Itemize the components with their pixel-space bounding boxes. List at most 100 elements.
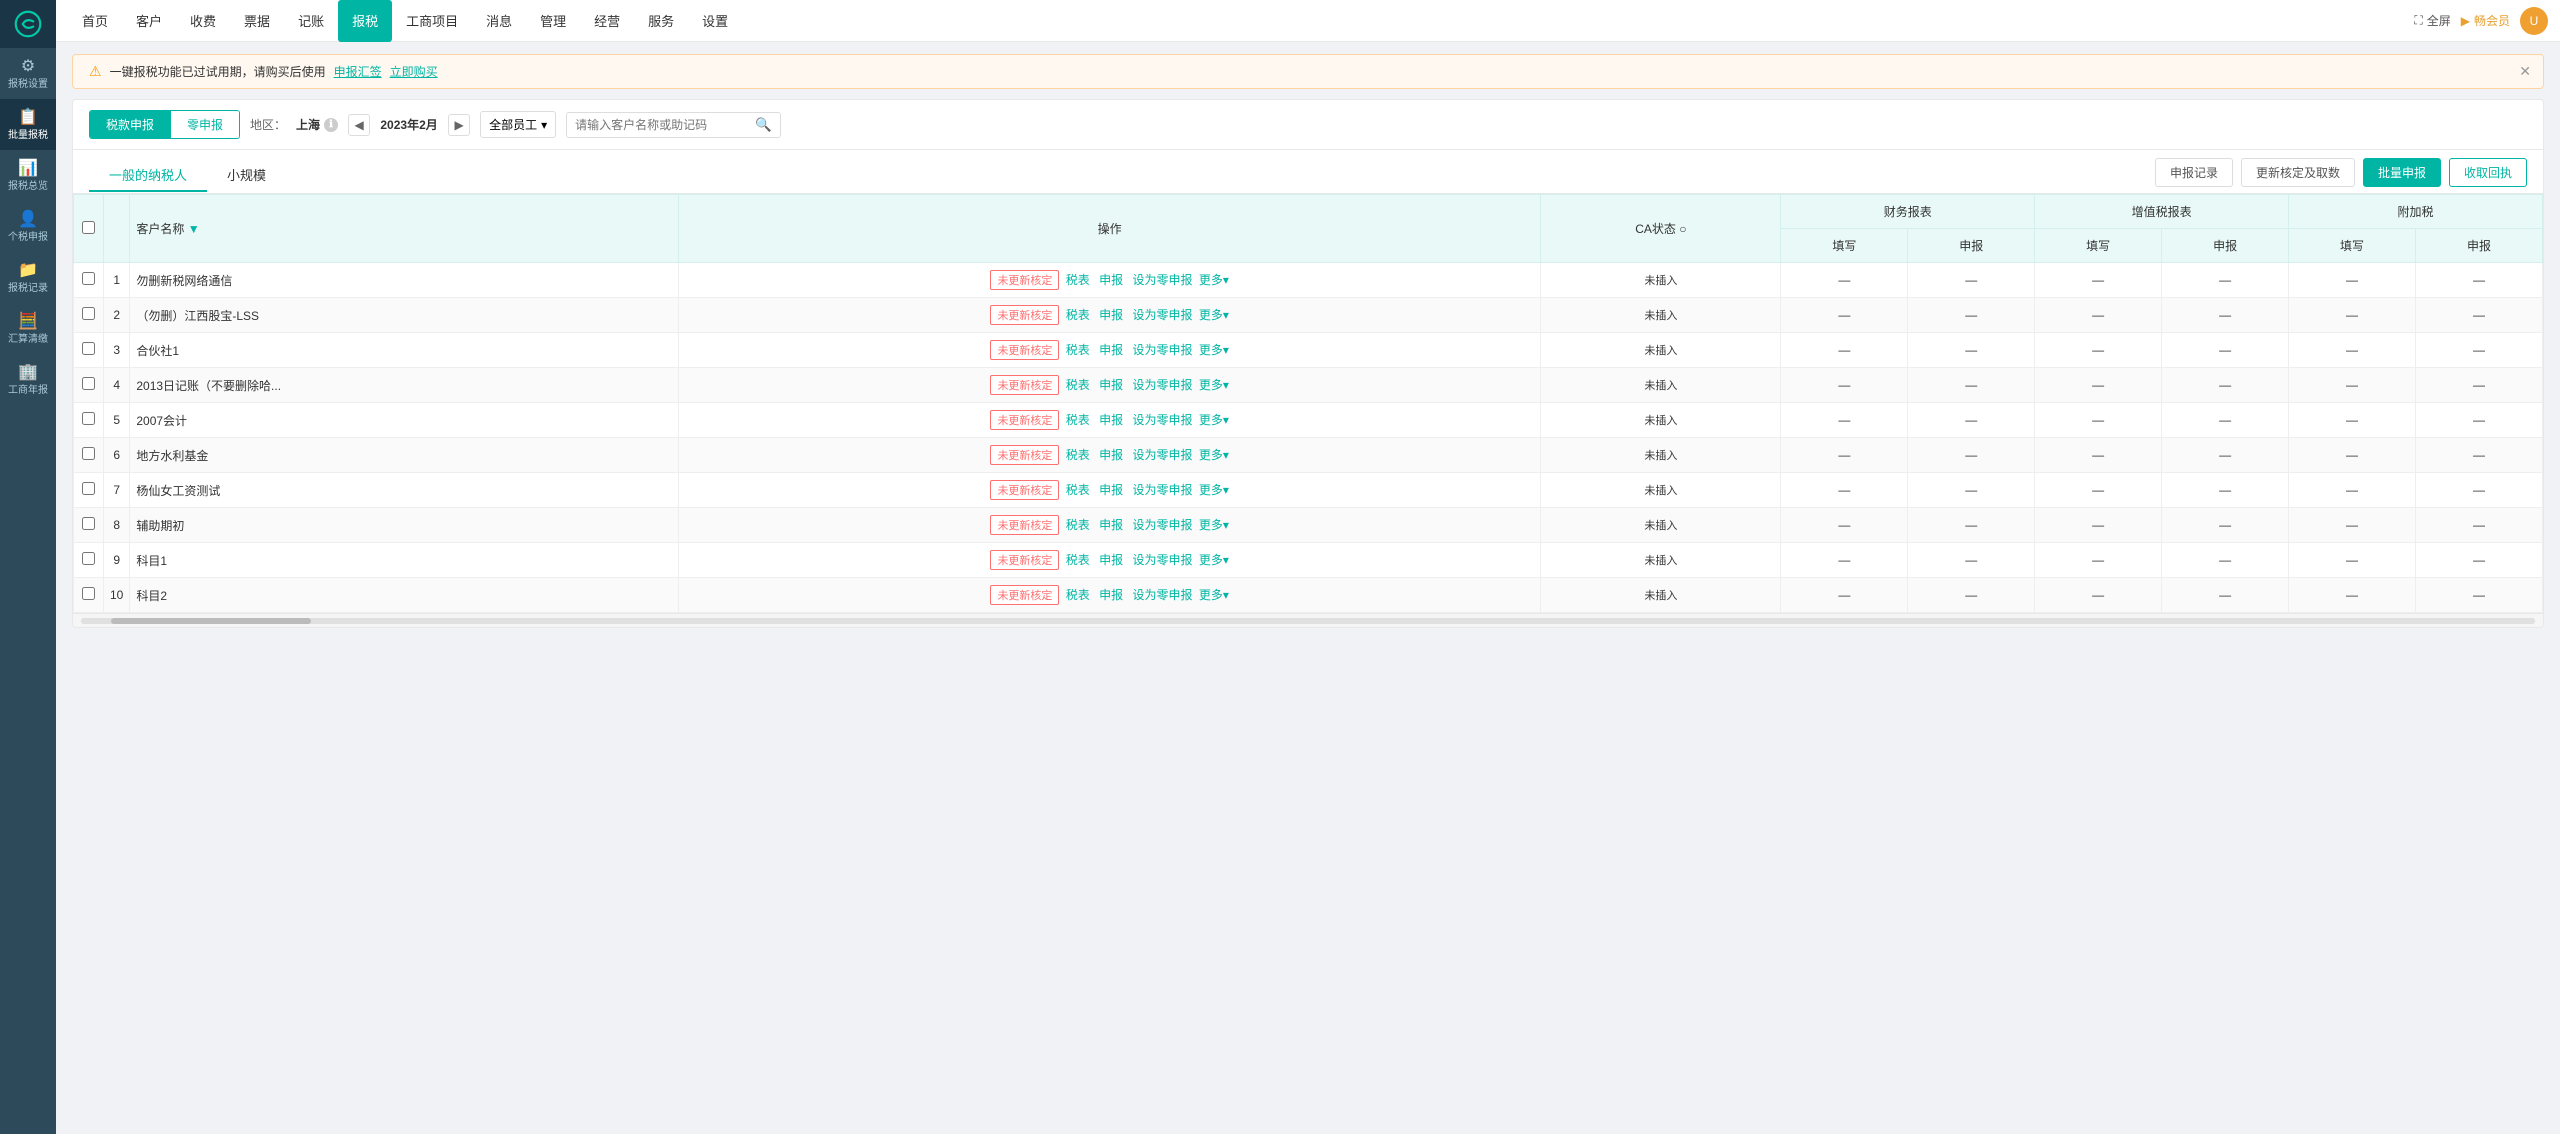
update-quota-button[interactable]: 更新核定及取数 — [2241, 158, 2355, 187]
op-tax-table[interactable]: 税表 — [1066, 378, 1090, 392]
op-declare[interactable]: 申报 — [1099, 483, 1123, 497]
row-checkbox[interactable] — [74, 578, 104, 613]
op-declare[interactable]: 申报 — [1099, 308, 1123, 322]
op-tax-table[interactable]: 税表 — [1066, 343, 1090, 357]
nav-message[interactable]: 消息 — [472, 0, 526, 42]
employee-selector[interactable]: 全部员工 ▾ — [480, 111, 556, 138]
sidebar-item-tax-settings[interactable]: ⚙ 报税设置 — [0, 48, 56, 99]
batch-declare-button[interactable]: 批量申报 — [2363, 158, 2441, 187]
row-checkbox[interactable] — [74, 298, 104, 333]
row-checkbox[interactable] — [74, 263, 104, 298]
op-tax-table[interactable]: 税表 — [1066, 308, 1090, 322]
search-input[interactable] — [567, 114, 747, 136]
th-vat-report: 增值税报表 — [2035, 195, 2289, 229]
op-tax-table[interactable]: 税表 — [1066, 588, 1090, 602]
op-zero-declare[interactable]: 设为零申报 — [1133, 273, 1193, 287]
nav-operation[interactable]: 经营 — [580, 0, 634, 42]
row-checkbox[interactable] — [74, 508, 104, 543]
op-more[interactable]: 更多▾ — [1199, 448, 1229, 462]
sub-tab-small[interactable]: 小规模 — [207, 159, 286, 192]
row-checkbox[interactable] — [74, 473, 104, 508]
sidebar-item-tax-records[interactable]: 📁 报税记录 — [0, 252, 56, 303]
tab-zero-declare[interactable]: 零申报 — [171, 111, 239, 138]
sidebar-item-calc-clear[interactable]: 🧮 汇算清缴 — [0, 303, 56, 354]
row-checkbox[interactable] — [74, 333, 104, 368]
row-checkbox[interactable] — [74, 543, 104, 578]
op-tax-table[interactable]: 税表 — [1066, 413, 1090, 427]
client-search-box: 🔍 — [566, 112, 781, 138]
sidebar-item-personal-tax[interactable]: 👤 个税申报 — [0, 201, 56, 252]
banner-close-button[interactable]: ✕ — [2519, 63, 2531, 80]
declare-summary-link[interactable]: 申报汇签 — [334, 63, 382, 80]
op-zero-declare[interactable]: 设为零申报 — [1133, 553, 1193, 567]
search-button[interactable]: 🔍 — [747, 113, 780, 137]
nav-invoice[interactable]: 票据 — [230, 0, 284, 42]
op-declare[interactable]: 申报 — [1099, 378, 1123, 392]
nav-management[interactable]: 管理 — [526, 0, 580, 42]
row-finance-declare: — — [1908, 543, 2035, 578]
select-all-checkbox[interactable] — [82, 221, 95, 234]
nav-service[interactable]: 服务 — [634, 0, 688, 42]
vip-button[interactable]: ▶ 畅会员 — [2461, 12, 2510, 29]
op-zero-declare[interactable]: 设为零申报 — [1133, 413, 1193, 427]
op-zero-declare[interactable]: 设为零申报 — [1133, 343, 1193, 357]
horizontal-scrollbar[interactable] — [73, 613, 2543, 627]
op-zero-declare[interactable]: 设为零申报 — [1133, 448, 1193, 462]
op-tax-table[interactable]: 税表 — [1066, 483, 1090, 497]
row-finance-fill: — — [1781, 473, 1908, 508]
nav-bizproject[interactable]: 工商项目 — [392, 0, 472, 42]
tab-tax-declare[interactable]: 税款申报 — [90, 111, 171, 138]
op-zero-declare[interactable]: 设为零申报 — [1133, 518, 1193, 532]
date-prev-button[interactable]: ◀ — [348, 114, 370, 136]
row-checkbox[interactable] — [74, 368, 104, 403]
op-more[interactable]: 更多▾ — [1199, 378, 1229, 392]
op-more[interactable]: 更多▾ — [1199, 413, 1229, 427]
app-logo[interactable] — [0, 0, 56, 48]
op-tax-table[interactable]: 税表 — [1066, 273, 1090, 287]
op-zero-declare[interactable]: 设为零申报 — [1133, 588, 1193, 602]
nav-settings[interactable]: 设置 — [688, 0, 742, 42]
buy-now-link[interactable]: 立即购买 — [390, 63, 438, 80]
nav-tax[interactable]: 报税 — [338, 0, 392, 42]
op-more[interactable]: 更多▾ — [1199, 518, 1229, 532]
row-finance-declare: — — [1908, 403, 2035, 438]
op-zero-declare[interactable]: 设为零申报 — [1133, 378, 1193, 392]
op-more[interactable]: 更多▾ — [1199, 483, 1229, 497]
op-zero-declare[interactable]: 设为零申报 — [1133, 483, 1193, 497]
region-info-icon[interactable]: ℹ — [324, 118, 338, 132]
op-more[interactable]: 更多▾ — [1199, 553, 1229, 567]
op-declare[interactable]: 申报 — [1099, 518, 1123, 532]
nav-home[interactable]: 首页 — [68, 0, 122, 42]
declare-records-button[interactable]: 申报记录 — [2155, 158, 2233, 187]
op-tax-table[interactable]: 税表 — [1066, 518, 1090, 532]
op-tax-table[interactable]: 税表 — [1066, 448, 1090, 462]
sub-tab-general[interactable]: 一般的纳税人 — [89, 159, 207, 192]
op-more[interactable]: 更多▾ — [1199, 308, 1229, 322]
op-declare[interactable]: 申报 — [1099, 413, 1123, 427]
op-more[interactable]: 更多▾ — [1199, 588, 1229, 602]
op-more[interactable]: 更多▾ — [1199, 343, 1229, 357]
op-declare[interactable]: 申报 — [1099, 273, 1123, 287]
user-avatar[interactable]: U — [2520, 7, 2548, 35]
op-more[interactable]: 更多▾ — [1199, 273, 1229, 287]
fullscreen-button[interactable]: ⛶ 全屏 — [2414, 12, 2450, 29]
date-next-button[interactable]: ▶ — [448, 114, 470, 136]
nav-clients[interactable]: 客户 — [122, 0, 176, 42]
sidebar-item-batch-tax[interactable]: 📋 批量报税 — [0, 99, 56, 150]
nav-accounting[interactable]: 记账 — [284, 0, 338, 42]
op-declare[interactable]: 申报 — [1099, 343, 1123, 357]
op-declare[interactable]: 申报 — [1099, 553, 1123, 567]
op-declare[interactable]: 申报 — [1099, 448, 1123, 462]
collect-return-button[interactable]: 收取回执 — [2449, 158, 2527, 187]
row-checkbox[interactable] — [74, 438, 104, 473]
op-zero-declare[interactable]: 设为零申报 — [1133, 308, 1193, 322]
sidebar-item-tax-overview[interactable]: 📊 报税总览 — [0, 150, 56, 201]
row-add-fill: — — [2289, 508, 2416, 543]
op-tax-table[interactable]: 税表 — [1066, 553, 1090, 567]
nav-billing[interactable]: 收费 — [176, 0, 230, 42]
op-declare[interactable]: 申报 — [1099, 588, 1123, 602]
banner-text: 一键报税功能已过试用期，请购买后使用 — [110, 63, 326, 80]
sidebar-item-annual-report[interactable]: 🏢 工商年报 — [0, 354, 56, 405]
sort-icon[interactable]: ▼ — [188, 222, 200, 236]
row-checkbox[interactable] — [74, 403, 104, 438]
